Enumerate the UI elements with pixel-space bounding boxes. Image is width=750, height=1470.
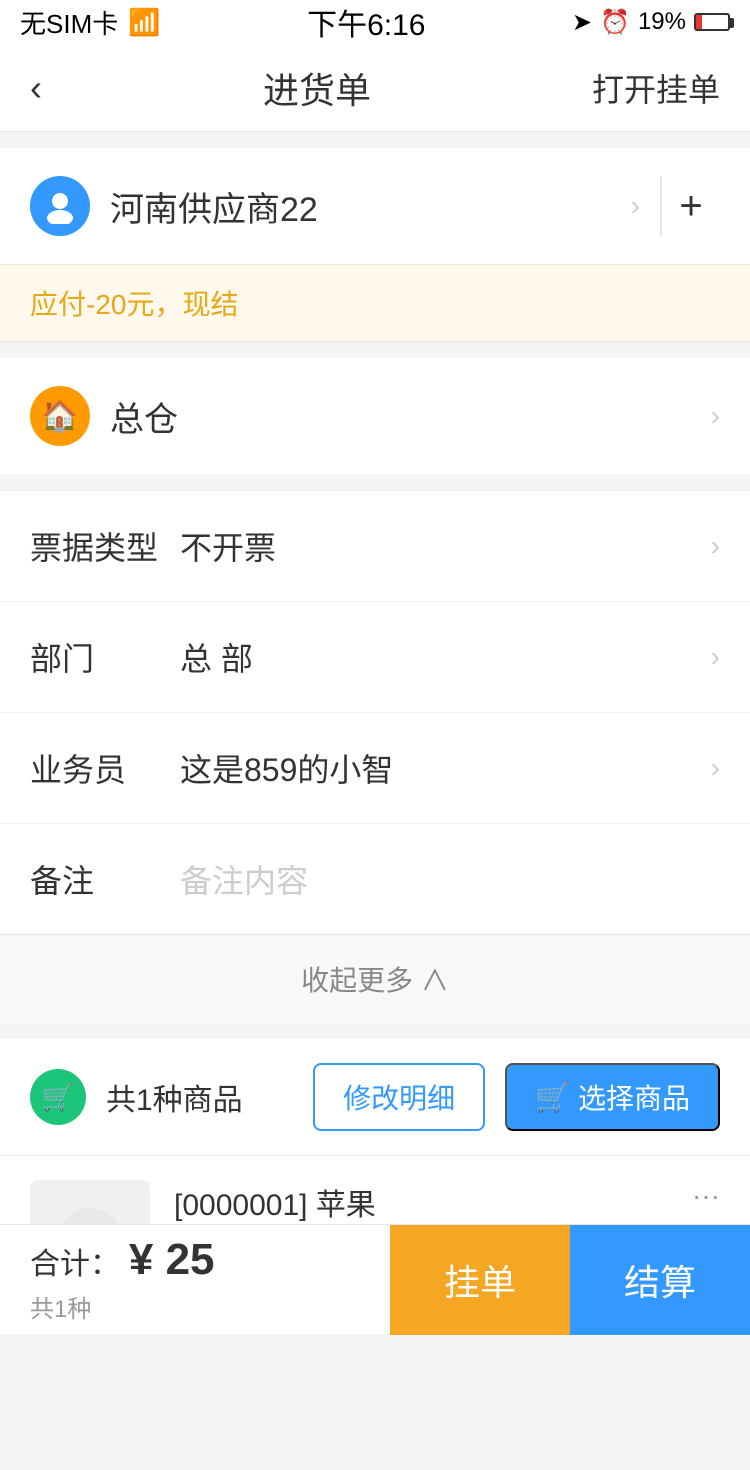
product-count-label: 共1种商品 <box>106 1075 293 1119</box>
collapse-label: 收起更多 ∧ <box>301 959 449 999</box>
bottom-total: 合计： ¥ 25 共1种 <box>0 1235 390 1324</box>
status-bar-time: 下午6:16 <box>307 0 425 44</box>
status-bar-right: ➤ ⏰ 19% <box>572 8 730 37</box>
carrier-label: 无SIM卡 <box>20 4 118 41</box>
warehouse-section: 🏠 总仓 <box>0 358 750 474</box>
invoice-type-value: 不开票 <box>180 523 711 569</box>
settle-button[interactable]: 结算 <box>570 1225 750 1335</box>
alarm-icon: ⏰ <box>600 8 630 37</box>
status-bar-left: 无SIM卡 📶 <box>20 4 161 41</box>
battery-label: 19% <box>638 8 686 36</box>
supplier-section: 河南供应商22 + 应付-20元，现结 <box>0 148 750 342</box>
supplier-row[interactable]: 河南供应商22 + <box>0 148 750 264</box>
salesperson-value: 这是859的小智 <box>180 745 711 791</box>
supplier-avatar <box>30 176 90 236</box>
salesperson-row[interactable]: 业务员 这是859的小智 <box>0 712 750 823</box>
bottom-bar: 合计： ¥ 25 共1种 挂单 结算 <box>0 1224 750 1334</box>
nav-bar: ‹ 进货单 打开挂单 <box>0 44 750 132</box>
status-bar: 无SIM卡 📶 下午6:16 ➤ ⏰ 19% <box>0 0 750 44</box>
warehouse-row[interactable]: 🏠 总仓 <box>0 358 750 474</box>
modify-detail-button[interactable]: 修改明细 <box>313 1063 485 1131</box>
warehouse-chevron-icon <box>711 400 720 432</box>
total-amount: ¥ 25 <box>129 1235 215 1284</box>
remark-label: 备注 <box>30 856 180 902</box>
supplier-notice: 应付-20元，现结 <box>0 264 750 342</box>
invoice-type-chevron <box>711 530 720 562</box>
product-more-button[interactable]: ··· <box>692 1180 720 1212</box>
department-value: 总 部 <box>180 634 711 680</box>
warehouse-icon: 🏠 <box>30 386 90 446</box>
page-title: 进货单 <box>263 62 371 114</box>
department-chevron <box>711 641 720 673</box>
pend-button[interactable]: 挂单 <box>390 1225 570 1335</box>
remark-input[interactable]: 备注内容 <box>180 856 720 902</box>
back-button[interactable]: ‹ <box>30 67 42 109</box>
open-pending-button[interactable]: 打开挂单 <box>592 65 720 111</box>
select-product-label: 选择商品 <box>578 1077 690 1117</box>
supplier-name-label: 河南供应商22 <box>110 182 631 231</box>
add-supplier-button[interactable]: + <box>660 176 720 236</box>
cart-icon: 🛒 <box>30 1069 86 1125</box>
department-label: 部门 <box>30 634 180 680</box>
invoice-type-label: 票据类型 <box>30 523 180 569</box>
product-name-label: [0000001] 苹果 <box>174 1180 668 1224</box>
product-header: 🛒 共1种商品 修改明细 🛒 选择商品 <box>0 1039 750 1156</box>
battery-icon <box>694 13 730 31</box>
warehouse-name-label: 总仓 <box>110 392 711 441</box>
invoice-type-row[interactable]: 票据类型 不开票 <box>0 490 750 601</box>
select-product-button[interactable]: 🛒 选择商品 <box>505 1063 720 1131</box>
supplier-chevron-icon <box>631 190 640 222</box>
form-section: 票据类型 不开票 部门 总 部 业务员 这是859的小智 备注 备注内容 收起更… <box>0 490 750 1023</box>
salesperson-label: 业务员 <box>30 745 180 791</box>
remark-row[interactable]: 备注 备注内容 <box>0 823 750 934</box>
department-row[interactable]: 部门 总 部 <box>0 601 750 712</box>
total-count: 共1种 <box>30 1289 360 1324</box>
total-label: 合计： <box>30 1248 120 1281</box>
select-product-icon: 🛒 <box>535 1081 570 1114</box>
salesperson-chevron <box>711 752 720 784</box>
user-icon <box>42 188 78 224</box>
collapse-button[interactable]: 收起更多 ∧ <box>0 934 750 1023</box>
wifi-icon: 📶 <box>128 7 160 38</box>
location-icon: ➤ <box>572 8 592 37</box>
